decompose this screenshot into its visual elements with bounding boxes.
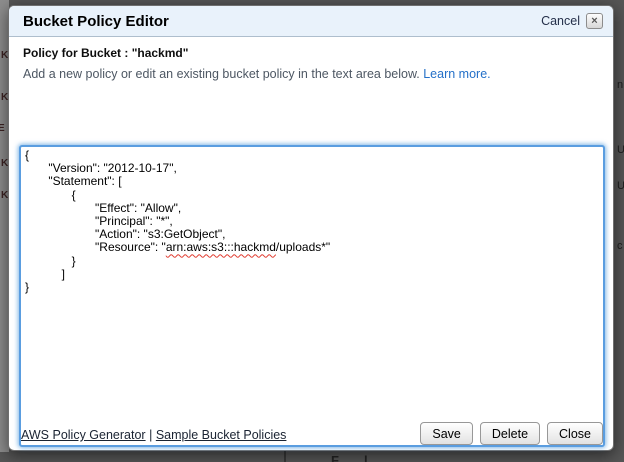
cancel-button[interactable]: Cancel [541,14,580,28]
dialog-header-controls: Cancel × [541,13,603,29]
link-separator: | [149,428,152,442]
backdrop-divider [284,451,286,462]
backdrop-right-strip: n U U c [616,0,624,462]
footer-links: AWS Policy Generator | Sample Bucket Pol… [21,428,286,442]
close-icon: × [591,16,597,27]
background-text-fragment: U [617,180,624,192]
dialog-description: Add a new policy or edit an existing buc… [9,60,613,81]
dialog-header: Bucket Policy Editor Cancel × [9,6,613,37]
dialog-title: Bucket Policy Editor [23,13,169,30]
policy-arn-misspelled-text: arn:aws:s3:::hackmd [166,240,276,254]
delete-button[interactable]: Delete [480,422,540,445]
aws-policy-generator-link[interactable]: AWS Policy Generator [21,428,146,442]
sample-bucket-policies-link[interactable]: Sample Bucket Policies [156,428,287,442]
backdrop-bottom-strip: F l [0,451,624,462]
background-text-fragment: F [331,453,339,462]
dialog-body: Policy for Bucket : "hackmd" Add a new p… [9,37,613,450]
background-text-fragment: c [617,240,623,252]
close-button[interactable]: × [586,13,603,29]
bucket-policy-editor-dialog: Bucket Policy Editor Cancel × Policy for… [8,5,614,451]
footer-buttons: Save Delete Close [420,422,603,445]
background-text-fragment: U [617,144,624,156]
background-text-fragment: l [364,453,368,462]
background-text-fragment: E [0,123,5,134]
policy-textarea[interactable]: { "Version": "2012-10-17", "Statement": … [19,145,605,447]
learn-more-link[interactable]: Learn more. [423,67,490,81]
description-text: Add a new policy or edit an existing buc… [23,67,423,81]
policy-text-segment: { "Version": "2012-10-17", "Statement": … [25,148,225,254]
background-text-fragment: n [617,79,623,91]
policy-bucket-subtitle: Policy for Bucket : "hackmd" [9,37,613,60]
save-button[interactable]: Save [420,422,473,445]
policy-text: { "Version": "2012-10-17", "Statement": … [25,149,599,294]
close-dialog-button[interactable]: Close [547,422,603,445]
